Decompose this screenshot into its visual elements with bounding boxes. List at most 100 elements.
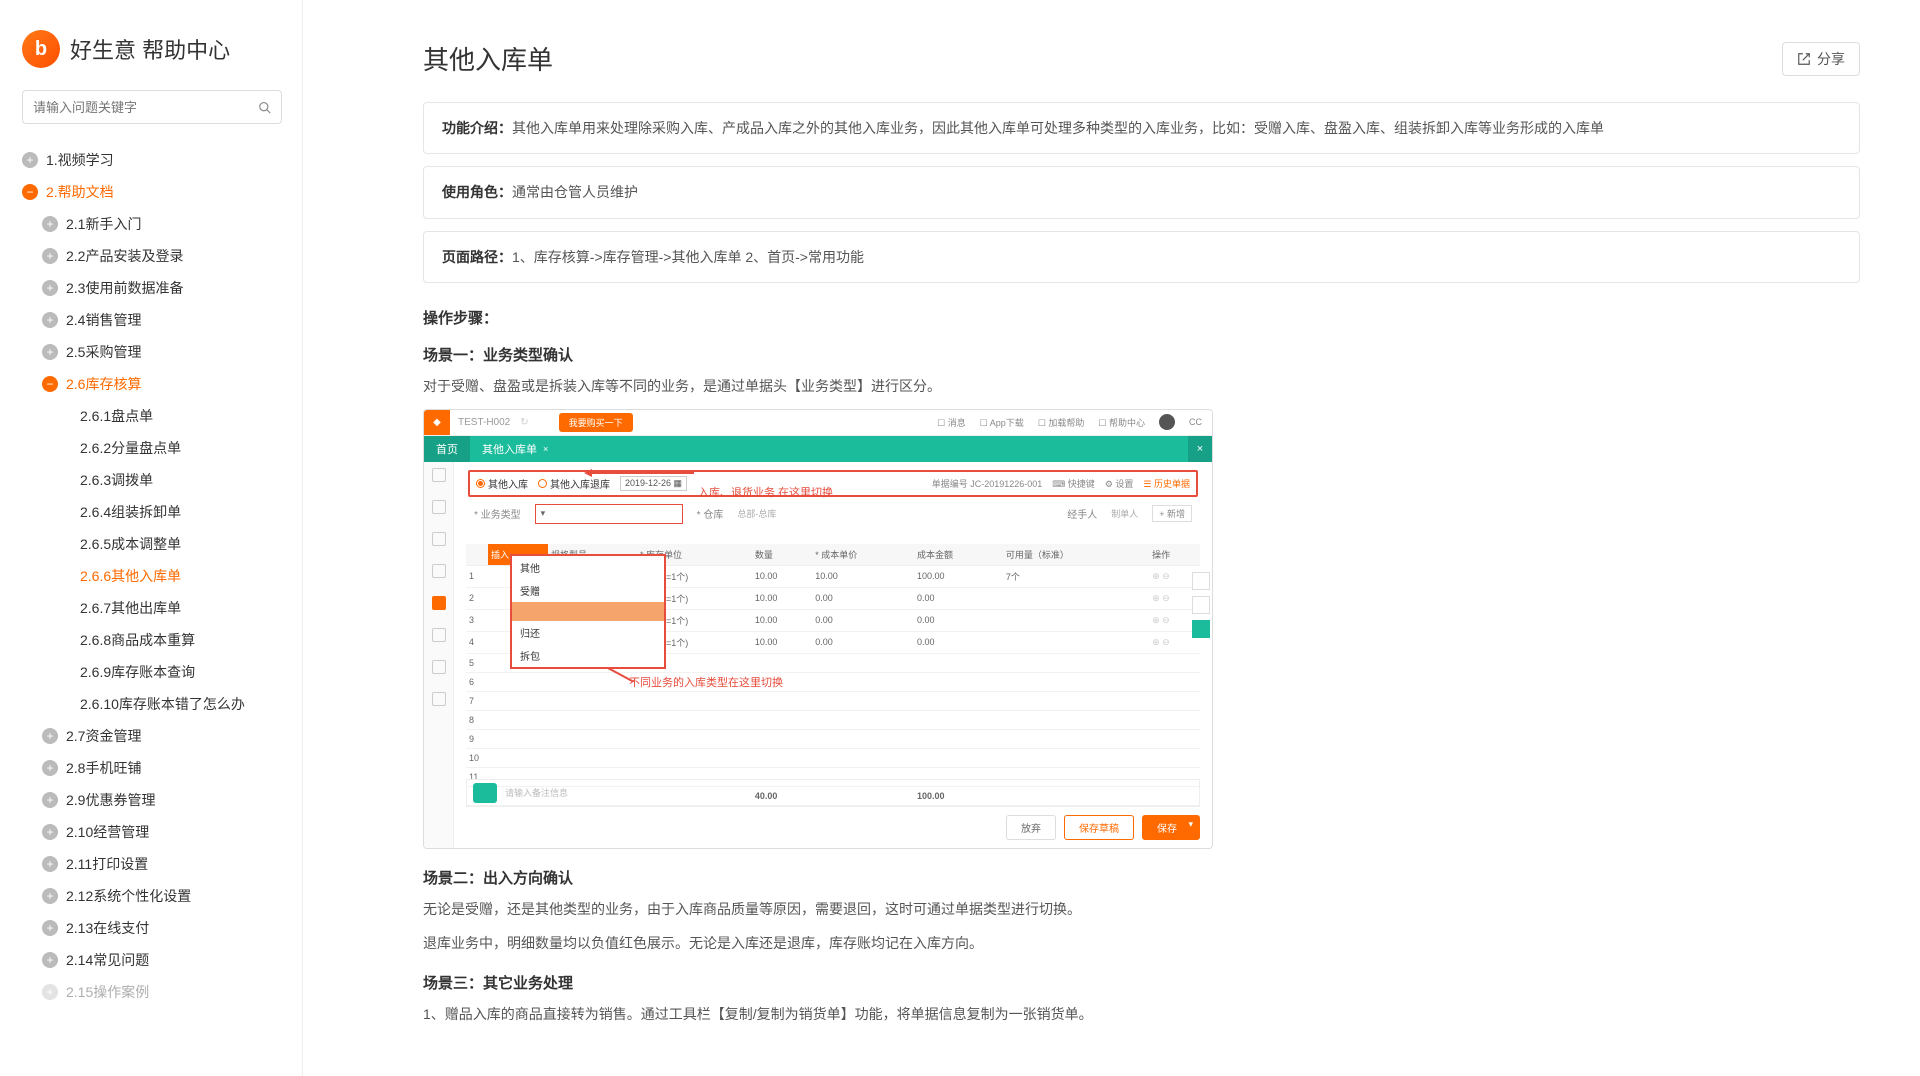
ss-th-avail: 可用量（标准） [1003, 544, 1149, 566]
nav-2-6-1[interactable]: 2.6.1盘点单 [22, 400, 282, 432]
expand-icon: + [42, 728, 58, 744]
ss-account: TEST-H002 [458, 417, 510, 428]
share-button[interactable]: 分享 [1782, 42, 1860, 76]
ss-top-help: ☐ 加载帮助 [1038, 416, 1085, 429]
nav-2-6-4[interactable]: 2.6.4组装拆卸单 [22, 496, 282, 528]
nav-2-14[interactable]: +2.14常见问题 [22, 944, 282, 976]
nav-2-6-3[interactable]: 2.6.3调拨单 [22, 464, 282, 496]
role-label: 使用角色： [442, 184, 512, 200]
nav-video[interactable]: +1.视频学习 [22, 144, 282, 176]
ss-left-nav [424, 462, 454, 848]
nav-2-2[interactable]: +2.2产品安装及登录 [22, 240, 282, 272]
share-icon [1797, 52, 1811, 66]
nav-2-6-9[interactable]: 2.6.9库存账本查询 [22, 656, 282, 688]
nav-2-10[interactable]: +2.10经营管理 [22, 816, 282, 848]
ss-opt: 归还 [512, 621, 664, 644]
ss-tool-icon [1192, 620, 1210, 638]
ss-opt: 其他 [512, 556, 664, 579]
expand-icon: + [22, 152, 38, 168]
nav-2-6-10[interactable]: 2.6.10库存账本错了怎么办 [22, 688, 282, 720]
main-content: 其他入库单 分享 功能介绍：其他入库单用来处理除采购入库、产成品入库之外的其他入… [303, 0, 1920, 1076]
expand-icon: + [42, 216, 58, 232]
ss-icon [432, 564, 446, 578]
scene1-title: 场景一：业务类型确认 [423, 344, 1860, 365]
ss-icon [432, 628, 446, 642]
nav-2-11[interactable]: +2.11打印设置 [22, 848, 282, 880]
refresh-icon: ↻ [520, 417, 528, 428]
expand-icon: + [42, 760, 58, 776]
nav-2-7[interactable]: +2.7资金管理 [22, 720, 282, 752]
ss-th-op: 操作 [1149, 544, 1200, 566]
ss-biztype-label: * 业务类型 [474, 506, 521, 521]
brand-row: b 好生意 帮助中心 [22, 30, 282, 68]
scene1-desc: 对于受赠、盘盈或是拆装入库等不同的业务，是通过单据头【业务类型】进行区分。 [423, 375, 1860, 399]
ss-doc-no: 单据编号 JC-20191226-001 [932, 477, 1043, 490]
ss-radio-in: 其他入库 [476, 476, 528, 491]
expand-icon: + [42, 920, 58, 936]
ss-top-center: ☐ 帮助中心 [1098, 416, 1145, 429]
expand-icon: + [42, 888, 58, 904]
scene2-desc2: 退库业务中，明细数量均以负值红色展示。无论是入库还是退库，库存账均记在入库方向。 [423, 932, 1860, 956]
nav-2-9[interactable]: +2.9优惠券管理 [22, 784, 282, 816]
scene3-title: 场景三：其它业务处理 [423, 972, 1860, 993]
ss-biztype-dropdown: 其他 受赠 归还 拆包 [510, 554, 666, 669]
ss-top-app: ☐ App下载 [980, 416, 1024, 429]
intro-label: 功能介绍： [442, 120, 512, 136]
nav-2-6-8[interactable]: 2.6.8商品成本重算 [22, 624, 282, 656]
ss-right-toolbar [1192, 572, 1212, 638]
nav-2-12[interactable]: +2.12系统个性化设置 [22, 880, 282, 912]
ss-buy-button: 我要购买一下 [559, 413, 633, 432]
nav-2-15[interactable]: +2.15操作案例 [22, 976, 282, 1008]
nav-tree: +1.视频学习 −2.帮助文档 +2.1新手入门 +2.2产品安装及登录 +2.… [22, 144, 282, 1008]
expand-icon: + [42, 344, 58, 360]
ss-icon [432, 468, 446, 482]
ss-filter-row: * 业务类型 ▾ * 仓库 总部-总库 经手人 制单人 + 新增 [468, 501, 1198, 527]
intro-box: 功能介绍：其他入库单用来处理除采购入库、产成品入库之外的其他入库业务，因此其他入… [423, 102, 1860, 154]
ss-logo-icon: ◆ [424, 409, 450, 435]
ss-remark-box: 请输入备注信息 [466, 779, 1200, 807]
scene3-desc: 1、赠品入库的商品直接转为销售。通过工具栏【复制/复制为销货单】功能，将单据信息… [423, 1003, 1860, 1027]
ss-opt-selected [512, 602, 664, 621]
ss-warehouse-label: * 仓库 [697, 506, 724, 521]
ss-icon [432, 660, 446, 674]
ss-opt: 受赠 [512, 579, 664, 602]
ss-icon [432, 692, 446, 706]
nav-2-5[interactable]: +2.5采购管理 [22, 336, 282, 368]
search-input[interactable] [22, 90, 282, 124]
search-icon[interactable] [258, 99, 272, 115]
page-title: 其他入库单 [423, 40, 553, 77]
nav-2-8[interactable]: +2.8手机旺铺 [22, 752, 282, 784]
search-box [22, 90, 282, 124]
collapse-icon: − [42, 376, 58, 392]
ss-annotation-1: 入库、退货业务 在这里切换 [698, 484, 833, 500]
nav-help-docs[interactable]: −2.帮助文档 [22, 176, 282, 208]
nav-2-6-5[interactable]: 2.6.5成本调整单 [22, 528, 282, 560]
ss-new-button: + 新增 [1152, 505, 1192, 522]
scene2-title: 场景二：出入方向确认 [423, 867, 1860, 888]
expand-icon: + [42, 824, 58, 840]
nav-2-1[interactable]: +2.1新手入门 [22, 208, 282, 240]
steps-label: 操作步骤： [423, 307, 1860, 328]
expand-icon: + [42, 792, 58, 808]
ss-maker-value: 制单人 [1111, 507, 1138, 520]
sidebar: b 好生意 帮助中心 +1.视频学习 −2.帮助文档 +2.1新手入门 +2.2… [0, 0, 303, 1076]
nav-2-6-2[interactable]: 2.6.2分量盘点单 [22, 432, 282, 464]
nav-2-13[interactable]: +2.13在线支付 [22, 912, 282, 944]
ss-hr-history: ☰ 历史单据 [1143, 477, 1190, 490]
expand-icon: + [42, 984, 58, 1000]
avatar-icon [1159, 414, 1175, 430]
ss-tool-icon [1192, 572, 1210, 590]
intro-text: 其他入库单用来处理除采购入库、产成品入库之外的其他入库业务，因此其他入库单可处理… [512, 120, 1604, 136]
path-box: 页面路径：1、库存核算->库存管理->其他入库单 2、首页->常用功能 [423, 231, 1860, 283]
nav-2-3[interactable]: +2.3使用前数据准备 [22, 272, 282, 304]
ss-icon [432, 500, 446, 514]
nav-2-6[interactable]: −2.6库存核算 [22, 368, 282, 400]
ss-draft-button: 保存草稿 [1064, 815, 1134, 840]
nav-2-4[interactable]: +2.4销售管理 [22, 304, 282, 336]
path-text: 1、库存核算->库存管理->其他入库单 2、首页->常用功能 [512, 249, 864, 265]
ss-tab-doc: 其他入库单× [470, 436, 560, 462]
role-box: 使用角色：通常由仓管人员维护 [423, 166, 1860, 218]
nav-2-6-6[interactable]: 2.6.6其他入库单 [22, 560, 282, 592]
nav-2-6-7[interactable]: 2.6.7其他出库单 [22, 592, 282, 624]
expand-icon: + [42, 280, 58, 296]
